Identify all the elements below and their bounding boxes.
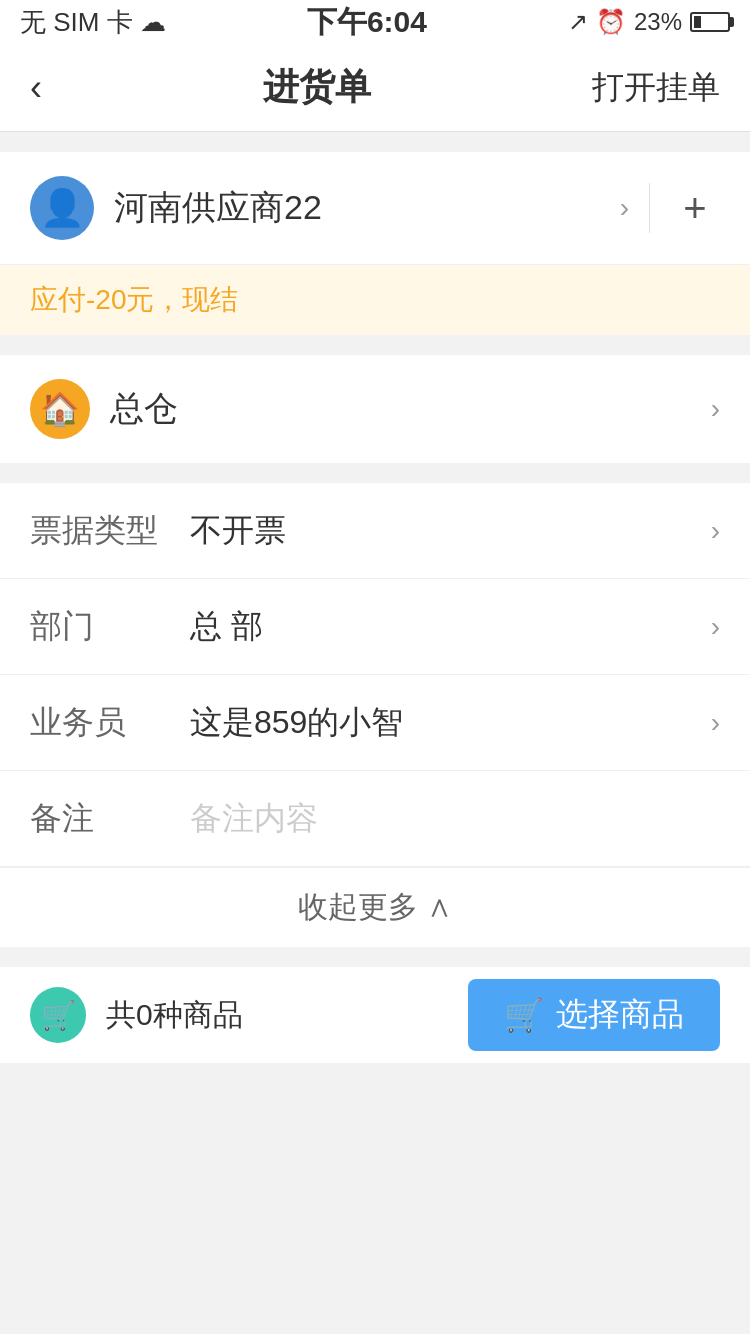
product-count-icon: 🛒 (30, 987, 86, 1043)
supplier-row[interactable]: 👤 河南供应商22 › + (0, 152, 750, 265)
status-right: ↗ ⏰ 23% (568, 8, 730, 36)
invoice-value: 不开票 (190, 509, 701, 553)
select-product-icon: 🛒 (504, 996, 544, 1034)
form-card: 票据类型 不开票 › 部门 总 部 › 业务员 这是859的小智 › 备注 备注… (0, 483, 750, 947)
alert-text: 应付-20元，现结 (0, 265, 750, 335)
product-count-label: 共0种商品 (106, 995, 448, 1036)
status-bar: 无 SIM 卡 ☁ 下午6:04 ↗ ⏰ 23% (0, 0, 750, 44)
product-icon-char: 🛒 (41, 999, 76, 1032)
avatar-icon: 👤 (40, 187, 85, 229)
open-pending-button[interactable]: 打开挂单 (592, 66, 720, 110)
invoice-label: 票据类型 (30, 509, 170, 553)
select-product-label: 选择商品 (556, 993, 684, 1037)
location-icon: ↗ (568, 8, 588, 36)
select-product-button[interactable]: 🛒 选择商品 (468, 979, 720, 1051)
add-supplier-button[interactable]: + (670, 183, 720, 233)
salesperson-chevron-icon: › (711, 707, 720, 739)
department-label: 部门 (30, 605, 170, 649)
nav-bar: ‹ 进货单 打开挂单 (0, 44, 750, 132)
battery-percent: 23% (634, 8, 682, 36)
section-gap-2 (0, 335, 750, 355)
section-gap-3 (0, 463, 750, 483)
form-row-note[interactable]: 备注 备注内容 (0, 771, 750, 867)
sim-label: 无 SIM 卡 ☁ (20, 5, 166, 40)
supplier-avatar: 👤 (30, 176, 94, 240)
supplier-chevron-icon: › (620, 192, 629, 224)
battery-icon (690, 12, 730, 32)
alarm-icon: ⏰ (596, 8, 626, 36)
warehouse-icon-char: 🏠 (40, 390, 80, 428)
collapse-label: 收起更多 ∧ (298, 887, 451, 928)
supplier-divider (649, 183, 650, 233)
supplier-name: 河南供应商22 (114, 185, 610, 231)
warehouse-row[interactable]: 🏠 总仓 › (0, 355, 750, 463)
bottom-bar: 🛒 共0种商品 🛒 选择商品 (0, 967, 750, 1063)
note-label: 备注 (30, 797, 170, 841)
department-value: 总 部 (190, 605, 701, 649)
warehouse-card[interactable]: 🏠 总仓 › (0, 355, 750, 463)
status-time: 下午6:04 (307, 2, 427, 43)
warehouse-icon: 🏠 (30, 379, 90, 439)
warehouse-chevron-icon: › (711, 393, 720, 425)
department-chevron-icon: › (711, 611, 720, 643)
collapse-button[interactable]: 收起更多 ∧ (0, 867, 750, 947)
back-button[interactable]: ‹ (30, 67, 42, 109)
status-left: 无 SIM 卡 ☁ (20, 5, 166, 40)
form-row-invoice[interactable]: 票据类型 不开票 › (0, 483, 750, 579)
section-gap-1 (0, 132, 750, 152)
page-title: 进货单 (263, 63, 371, 112)
invoice-chevron-icon: › (711, 515, 720, 547)
salesperson-label: 业务员 (30, 701, 170, 745)
section-gap-4 (0, 947, 750, 967)
note-value[interactable]: 备注内容 (190, 797, 720, 841)
supplier-card: 👤 河南供应商22 › + 应付-20元，现结 (0, 152, 750, 335)
form-row-department[interactable]: 部门 总 部 › (0, 579, 750, 675)
warehouse-name: 总仓 (110, 386, 701, 432)
salesperson-value: 这是859的小智 (190, 701, 701, 745)
form-row-salesperson[interactable]: 业务员 这是859的小智 › (0, 675, 750, 771)
